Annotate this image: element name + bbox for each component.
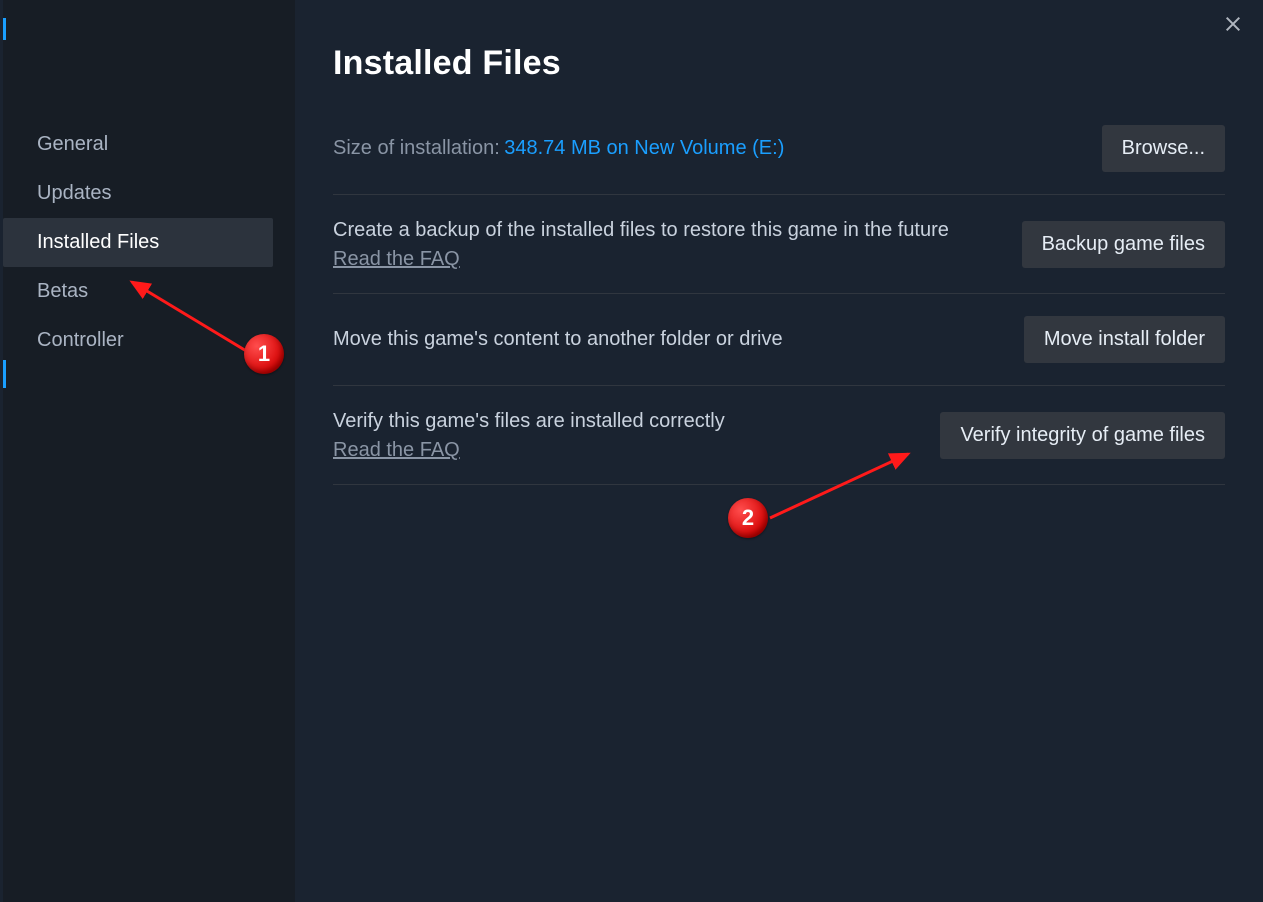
properties-window: General Updates Installed Files Betas Co… (0, 0, 1263, 902)
backup-faq-link[interactable]: Read the FAQ (333, 248, 460, 271)
sidebar-item-controller[interactable]: Controller (3, 316, 273, 365)
accent-bar (3, 360, 6, 388)
verify-desc: Verify this game's files are installed c… (333, 408, 916, 435)
sidebar-item-label: Betas (37, 280, 88, 302)
sidebar-item-label: Installed Files (37, 231, 159, 253)
verify-row: Verify this game's files are installed c… (333, 386, 1225, 485)
sidebar-item-updates[interactable]: Updates (3, 169, 273, 218)
backup-desc: Create a backup of the installed files t… (333, 217, 973, 244)
move-desc: Move this game's content to another fold… (333, 326, 973, 353)
main-panel: Installed Files Size of installation: 34… (295, 0, 1263, 902)
page-title: Installed Files (333, 44, 1225, 83)
browse-button[interactable]: Browse... (1102, 125, 1225, 172)
move-button[interactable]: Move install folder (1024, 316, 1225, 363)
sidebar-item-general[interactable]: General (3, 120, 273, 169)
sidebar-item-installed-files[interactable]: Installed Files (3, 218, 273, 267)
move-row: Move this game's content to another fold… (333, 294, 1225, 386)
size-row: Size of installation: 348.74 MB on New V… (333, 125, 1225, 195)
sidebar: General Updates Installed Files Betas Co… (3, 0, 295, 902)
sidebar-item-label: General (37, 133, 108, 155)
sidebar-item-label: Updates (37, 182, 112, 204)
size-value: 348.74 MB on New Volume (E:) (504, 137, 784, 159)
size-label: Size of installation: (333, 137, 500, 159)
sidebar-item-betas[interactable]: Betas (3, 267, 273, 316)
sidebar-item-label: Controller (37, 329, 124, 351)
accent-bar (3, 18, 6, 40)
verify-button[interactable]: Verify integrity of game files (940, 412, 1225, 459)
backup-row: Create a backup of the installed files t… (333, 195, 1225, 294)
verify-faq-link[interactable]: Read the FAQ (333, 439, 460, 462)
backup-button[interactable]: Backup game files (1022, 221, 1225, 268)
